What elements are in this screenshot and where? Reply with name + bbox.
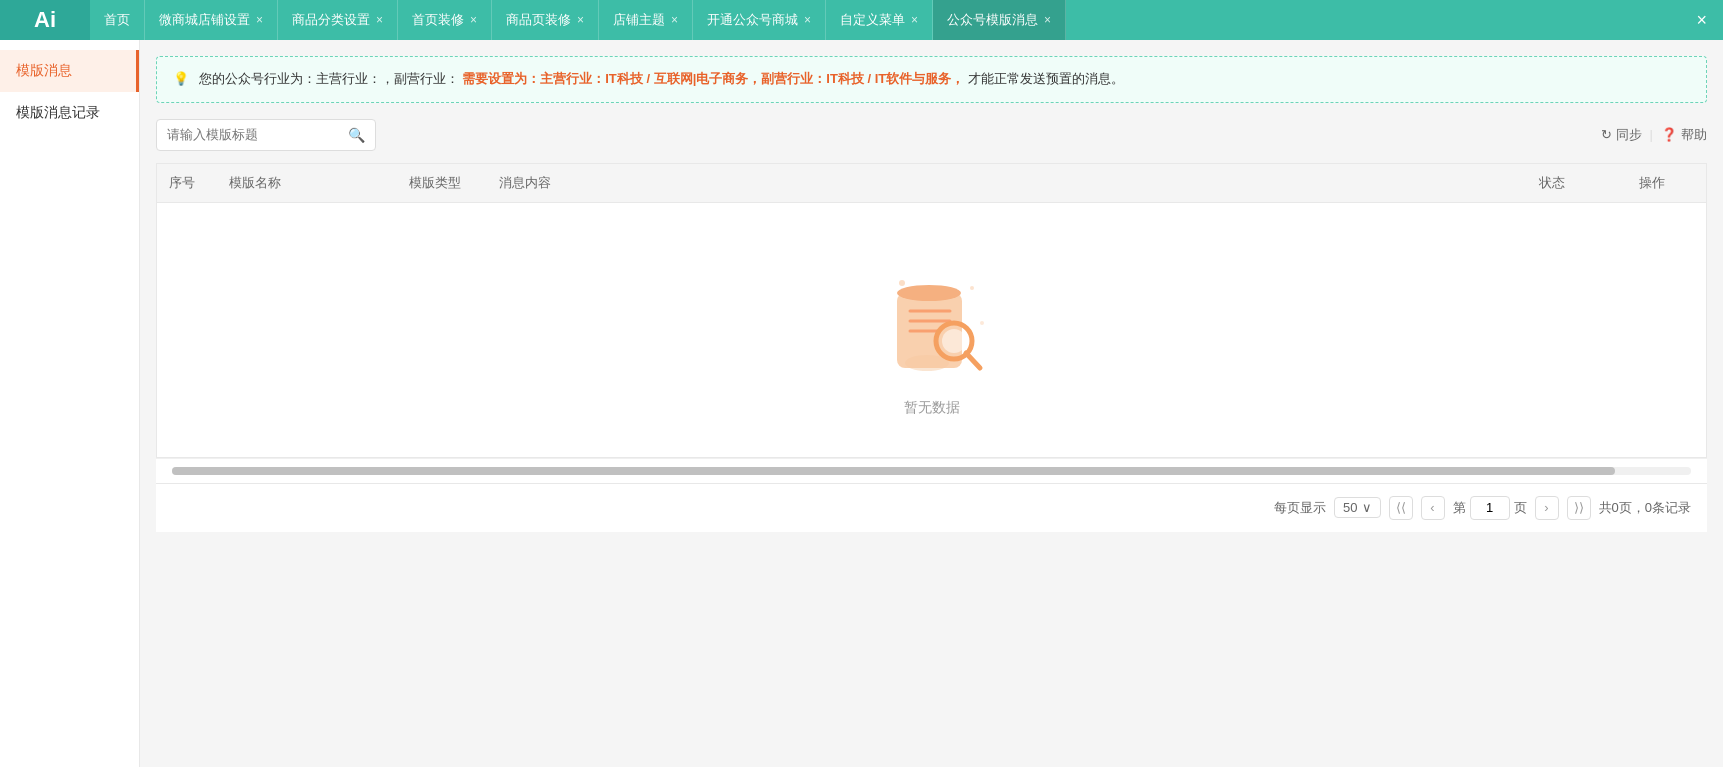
tab-close-product-decor[interactable]: × bbox=[577, 13, 584, 27]
search-input[interactable] bbox=[167, 127, 348, 142]
next-page-button[interactable]: › bbox=[1535, 496, 1559, 520]
page-number-input[interactable] bbox=[1470, 496, 1510, 520]
notice-suffix: 才能正常发送预置的消息。 bbox=[968, 71, 1124, 86]
svg-point-7 bbox=[942, 329, 966, 353]
nav-tab-template-msg[interactable]: 公众号模版消息× bbox=[933, 0, 1066, 40]
brand-logo: Ai bbox=[0, 0, 90, 40]
page-unit: 页 bbox=[1514, 499, 1527, 517]
sidebar: 模版消息模版消息记录 bbox=[0, 40, 140, 767]
last-page-icon: ⟩⟩ bbox=[1574, 500, 1584, 515]
page-size-select[interactable]: 50 ∨ bbox=[1334, 497, 1380, 518]
top-nav: Ai 首页微商城店铺设置×商品分类设置×首页装修×商品页装修×店铺主题×开通公众… bbox=[0, 0, 1723, 40]
page-size-chevron: ∨ bbox=[1362, 500, 1372, 515]
notice-prefix: 您的公众号行业为：主营行业：，副营行业： bbox=[199, 71, 459, 86]
page-input-wrap: 第 页 bbox=[1453, 496, 1527, 520]
data-table: 序号模版名称模版类型消息内容状态操作 bbox=[156, 163, 1707, 458]
tab-close-template-msg[interactable]: × bbox=[1044, 13, 1051, 27]
col-header-type: 模版类型 bbox=[397, 163, 487, 202]
help-label: 帮助 bbox=[1681, 126, 1707, 144]
toolbar: 🔍 ↻ 同步 | ❓ 帮助 bbox=[156, 119, 1707, 151]
page-size-label: 每页显示 bbox=[1274, 499, 1326, 517]
help-icon: ❓ bbox=[1661, 127, 1677, 142]
toolbar-right: ↻ 同步 | ❓ 帮助 bbox=[1601, 126, 1707, 144]
svg-line-8 bbox=[966, 353, 980, 368]
col-header-name: 模版名称 bbox=[217, 163, 397, 202]
table-header-row: 序号模版名称模版类型消息内容状态操作 bbox=[157, 163, 1707, 202]
col-header-index: 序号 bbox=[157, 163, 217, 202]
scroll-track[interactable] bbox=[172, 467, 1691, 475]
tab-close-product-category[interactable]: × bbox=[376, 13, 383, 27]
help-button[interactable]: ❓ 帮助 bbox=[1661, 126, 1707, 144]
col-header-action: 操作 bbox=[1627, 163, 1707, 202]
sync-button[interactable]: ↻ 同步 bbox=[1601, 126, 1642, 144]
empty-text: 暂无数据 bbox=[177, 399, 1686, 417]
total-info: 共0页，0条记录 bbox=[1599, 499, 1691, 517]
nav-tab-home-decor[interactable]: 首页装修× bbox=[398, 0, 492, 40]
content-area: 💡 您的公众号行业为：主营行业：，副营行业： 需要设置为：主营行业：IT科技 /… bbox=[140, 40, 1723, 767]
nav-tabs: 首页微商城店铺设置×商品分类设置×首页装修×商品页装修×店铺主题×开通公众号商城… bbox=[90, 0, 1680, 40]
sync-label: 同步 bbox=[1616, 126, 1642, 144]
search-box: 🔍 bbox=[156, 119, 376, 151]
nav-tab-product-decor[interactable]: 商品页装修× bbox=[492, 0, 599, 40]
nav-tab-product-category[interactable]: 商品分类设置× bbox=[278, 0, 398, 40]
scroll-area[interactable] bbox=[156, 458, 1707, 483]
toolbar-divider: | bbox=[1650, 127, 1653, 142]
svg-point-2 bbox=[897, 285, 961, 301]
prev-page-icon: ‹ bbox=[1430, 500, 1434, 515]
page-prefix: 第 bbox=[1453, 499, 1466, 517]
nav-tab-wechat-shop[interactable]: 微商城店铺设置× bbox=[145, 0, 278, 40]
tab-close-store-theme[interactable]: × bbox=[671, 13, 678, 27]
nav-tab-store-theme[interactable]: 店铺主题× bbox=[599, 0, 693, 40]
sidebar-item-template-msg[interactable]: 模版消息 bbox=[0, 50, 139, 92]
first-page-icon: ⟨⟨ bbox=[1396, 500, 1406, 515]
pagination-bar: 每页显示 50 ∨ ⟨⟨ ‹ 第 页 › ⟩⟩ 共0页，0条记录 bbox=[156, 483, 1707, 532]
empty-illustration bbox=[872, 263, 992, 383]
notice-banner: 💡 您的公众号行业为：主营行业：，副营行业： 需要设置为：主营行业：IT科技 /… bbox=[156, 56, 1707, 103]
prev-page-button[interactable]: ‹ bbox=[1421, 496, 1445, 520]
tab-close-home-decor[interactable]: × bbox=[470, 13, 477, 27]
sync-icon: ↻ bbox=[1601, 127, 1612, 142]
tab-close-custom-menu[interactable]: × bbox=[911, 13, 918, 27]
notice-icon: 💡 bbox=[173, 71, 189, 86]
page-size-value: 50 bbox=[1343, 500, 1357, 515]
notice-highlight: 需要设置为：主营行业：IT科技 / 互联网|电子商务，副营行业：IT科技 / I… bbox=[462, 71, 964, 86]
sidebar-item-template-msg-record[interactable]: 模版消息记录 bbox=[0, 92, 139, 134]
nav-tab-custom-menu[interactable]: 自定义菜单× bbox=[826, 0, 933, 40]
search-icon[interactable]: 🔍 bbox=[348, 127, 365, 143]
nav-tab-open-mall[interactable]: 开通公众号商城× bbox=[693, 0, 826, 40]
first-page-button[interactable]: ⟨⟨ bbox=[1389, 496, 1413, 520]
main-layout: 模版消息模版消息记录 💡 您的公众号行业为：主营行业：，副营行业： 需要设置为：… bbox=[0, 40, 1723, 767]
table-body: 暂无数据 bbox=[157, 202, 1707, 457]
close-all-button[interactable]: × bbox=[1680, 10, 1723, 31]
svg-point-11 bbox=[980, 321, 984, 325]
tab-close-open-mall[interactable]: × bbox=[804, 13, 811, 27]
tab-close-wechat-shop[interactable]: × bbox=[256, 13, 263, 27]
svg-point-9 bbox=[899, 280, 905, 286]
col-header-status: 状态 bbox=[1527, 163, 1627, 202]
scroll-thumb[interactable] bbox=[172, 467, 1615, 475]
empty-state: 暂无数据 bbox=[157, 203, 1706, 457]
next-page-icon: › bbox=[1544, 500, 1548, 515]
last-page-button[interactable]: ⟩⟩ bbox=[1567, 496, 1591, 520]
svg-point-10 bbox=[970, 286, 974, 290]
nav-tab-home[interactable]: 首页 bbox=[90, 0, 145, 40]
col-header-content: 消息内容 bbox=[487, 163, 1527, 202]
